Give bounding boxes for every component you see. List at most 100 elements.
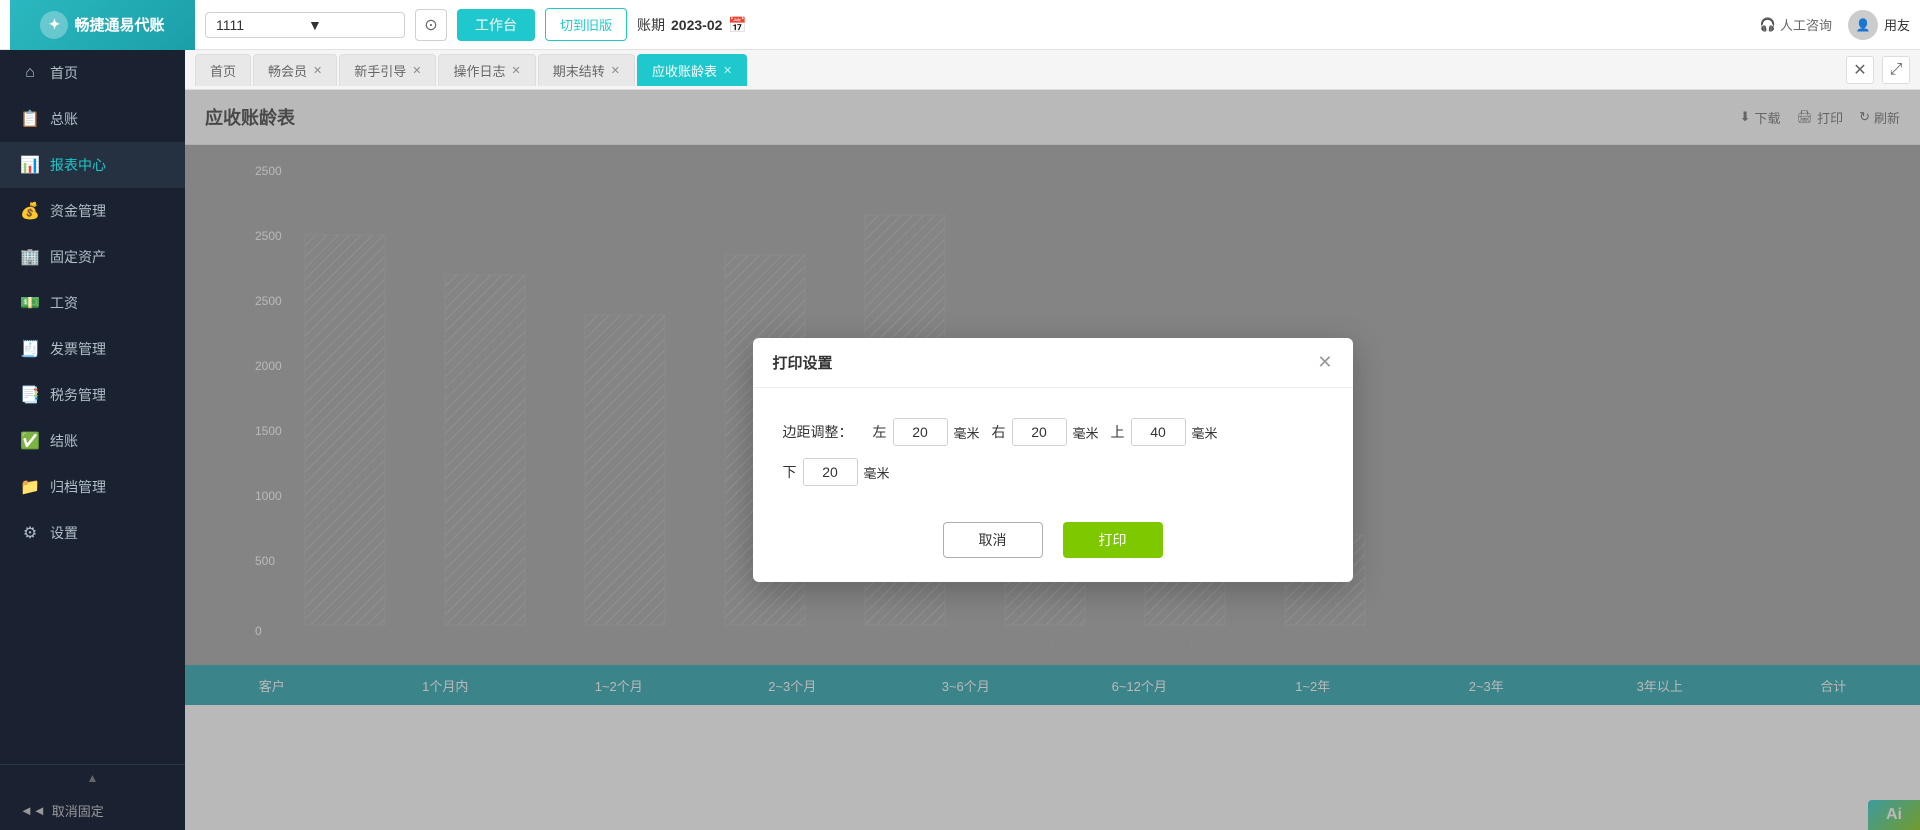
unpin-button[interactable]: ◄◄ 取消固定 — [0, 791, 185, 830]
content-area: 首页 畅会员 ✕ 新手引导 ✕ 操作日志 ✕ 期末结转 ✕ 应收账龄表 ✕ — [185, 50, 1920, 830]
tab-member-close[interactable]: ✕ — [313, 64, 322, 77]
tab-home[interactable]: 首页 — [195, 54, 251, 86]
logo-text: 畅捷通易代账 — [74, 14, 164, 35]
modal-title: 打印设置 — [773, 352, 1318, 373]
tab-ar-aging[interactable]: 应收账龄表 ✕ — [637, 54, 747, 86]
header-right: 🎧 人工咨询 👤 用友 — [1760, 10, 1910, 40]
sidebar-label-reports: 报表中心 — [50, 155, 106, 175]
print-settings-modal: 打印设置 ✕ 边距调整： 左 毫米 右 — [753, 338, 1353, 582]
avatar: 👤 — [1848, 10, 1878, 40]
tab-ar-aging-label: 应收账龄表 — [652, 61, 717, 80]
tab-member[interactable]: 畅会员 ✕ — [253, 54, 337, 86]
funds-icon: 💰 — [20, 201, 40, 221]
period-value: 2023-02 — [671, 17, 722, 33]
sidebar-label-payroll: 工资 — [50, 293, 78, 313]
margin-row: 边距调整： 左 毫米 右 毫米 — [783, 418, 1323, 486]
user-area[interactable]: 👤 用友 — [1848, 10, 1910, 40]
margin-label: 边距调整： — [783, 422, 853, 442]
archive-icon: 📁 — [20, 477, 40, 497]
tab-guide[interactable]: 新手引导 ✕ — [339, 54, 436, 86]
sidebar-label-ledger: 总账 — [50, 109, 78, 129]
tab-guide-close[interactable]: ✕ — [412, 64, 421, 77]
modal-footer: 取消 打印 — [753, 506, 1353, 582]
settings-icon: ⚙ — [20, 523, 40, 543]
top-header: ✦ 畅捷通易代账 1111 ▼ ⊙ 工作台 切到旧版 账期 2023-02 📅 … — [0, 0, 1920, 50]
top-input[interactable] — [1131, 418, 1186, 446]
scroll-up-indicator[interactable]: ▲ — [0, 765, 185, 791]
margin-bottom-group: 下 毫米 — [783, 458, 890, 486]
sidebar-item-closing[interactable]: ✅ 结账 — [0, 418, 185, 464]
tab-home-label: 首页 — [210, 61, 236, 80]
consult-button[interactable]: 🎧 人工咨询 — [1760, 15, 1832, 34]
tab-oplog-close[interactable]: ✕ — [512, 64, 521, 77]
sidebar-item-invoice[interactable]: 🧾 发票管理 — [0, 326, 185, 372]
sidebar-item-ledger[interactable]: 📋 总账 — [0, 96, 185, 142]
home-icon: ⌂ — [20, 64, 40, 82]
bottom-input[interactable] — [803, 458, 858, 486]
closing-icon: ✅ — [20, 431, 40, 451]
tab-oplog-label: 操作日志 — [453, 61, 505, 80]
invoice-icon: 🧾 — [20, 339, 40, 359]
tax-icon: 📑 — [20, 385, 40, 405]
sidebar-label-home: 首页 — [50, 63, 78, 83]
period-area: 账期 2023-02 📅 — [637, 15, 747, 35]
confirm-print-button[interactable]: 打印 — [1063, 522, 1163, 558]
tab-member-label: 畅会员 — [268, 61, 307, 80]
settings-icon-btn[interactable]: ⊙ — [415, 9, 447, 41]
tab-period-close[interactable]: 期末结转 ✕ — [538, 54, 635, 86]
sidebar-label-assets: 固定资产 — [50, 247, 106, 267]
top-label: 上 — [1111, 422, 1125, 442]
sidebar-label-settings: 设置 — [50, 523, 78, 543]
right-unit: 毫米 — [1073, 423, 1099, 442]
left-unit: 毫米 — [954, 423, 980, 442]
left-label: 左 — [873, 422, 887, 442]
user-label: 用友 — [1884, 15, 1910, 34]
tab-guide-label: 新手引导 — [354, 61, 406, 80]
sidebar-label-archive: 归档管理 — [50, 477, 106, 497]
tab-bar-right: ✕ ⤢ — [1846, 56, 1910, 84]
tab-ar-aging-close[interactable]: ✕ — [723, 64, 732, 77]
tab-bar: 首页 畅会员 ✕ 新手引导 ✕ 操作日志 ✕ 期末结转 ✕ 应收账龄表 ✕ — [185, 50, 1920, 90]
company-dropdown-arrow: ▼ — [308, 17, 394, 33]
period-label: 账期 — [637, 15, 665, 35]
company-selector[interactable]: 1111 ▼ — [205, 12, 405, 38]
sidebar-label-invoice: 发票管理 — [50, 339, 106, 359]
payroll-icon: 💵 — [20, 293, 40, 313]
tab-close-all-button[interactable]: ✕ — [1846, 56, 1874, 84]
sidebar-item-funds[interactable]: 💰 资金管理 — [0, 188, 185, 234]
main-layout: ⌂ 首页 📋 总账 📊 报表中心 💰 资金管理 🏢 固定资产 💵 工资 🧾 发票… — [0, 50, 1920, 830]
switch-version-button[interactable]: 切到旧版 — [545, 8, 627, 41]
cancel-button[interactable]: 取消 — [943, 522, 1043, 558]
tab-period-close-close[interactable]: ✕ — [611, 64, 620, 77]
tab-expand-button[interactable]: ⤢ — [1882, 56, 1910, 84]
sidebar-item-home[interactable]: ⌂ 首页 — [0, 50, 185, 96]
workbench-button[interactable]: 工作台 — [457, 9, 535, 41]
right-input[interactable] — [1012, 418, 1067, 446]
modal-close-button[interactable]: ✕ — [1317, 352, 1332, 373]
right-label: 右 — [992, 422, 1006, 442]
sidebar-label-tax: 税务管理 — [50, 385, 106, 405]
assets-icon: 🏢 — [20, 247, 40, 267]
pin-label: 取消固定 — [52, 801, 104, 820]
sidebar-item-reports[interactable]: 📊 报表中心 — [0, 142, 185, 188]
tab-oplog[interactable]: 操作日志 ✕ — [438, 54, 535, 86]
reports-icon: 📊 — [20, 155, 40, 175]
modal-header: 打印设置 ✕ — [753, 338, 1353, 388]
sidebar-bottom: ▲ ◄◄ 取消固定 — [0, 764, 185, 830]
sidebar-item-tax[interactable]: 📑 税务管理 — [0, 372, 185, 418]
left-input[interactable] — [893, 418, 948, 446]
logo-area: ✦ 畅捷通易代账 — [10, 0, 195, 50]
tab-period-close-label: 期末结转 — [553, 61, 605, 80]
consult-label: 人工咨询 — [1780, 15, 1832, 34]
calendar-icon[interactable]: 📅 — [728, 16, 747, 34]
sidebar-item-archive[interactable]: 📁 归档管理 — [0, 464, 185, 510]
modal-body: 边距调整： 左 毫米 右 毫米 — [753, 388, 1353, 506]
sidebar-item-assets[interactable]: 🏢 固定资产 — [0, 234, 185, 280]
headset-icon: 🎧 — [1760, 17, 1776, 33]
top-unit: 毫米 — [1192, 423, 1218, 442]
modal-overlay: 打印设置 ✕ 边距调整： 左 毫米 右 — [185, 90, 1920, 830]
sidebar-item-settings[interactable]: ⚙ 设置 — [0, 510, 185, 556]
sidebar-item-payroll[interactable]: 💵 工资 — [0, 280, 185, 326]
margin-right-group: 右 毫米 — [992, 418, 1099, 446]
sidebar-label-closing: 结账 — [50, 431, 78, 451]
